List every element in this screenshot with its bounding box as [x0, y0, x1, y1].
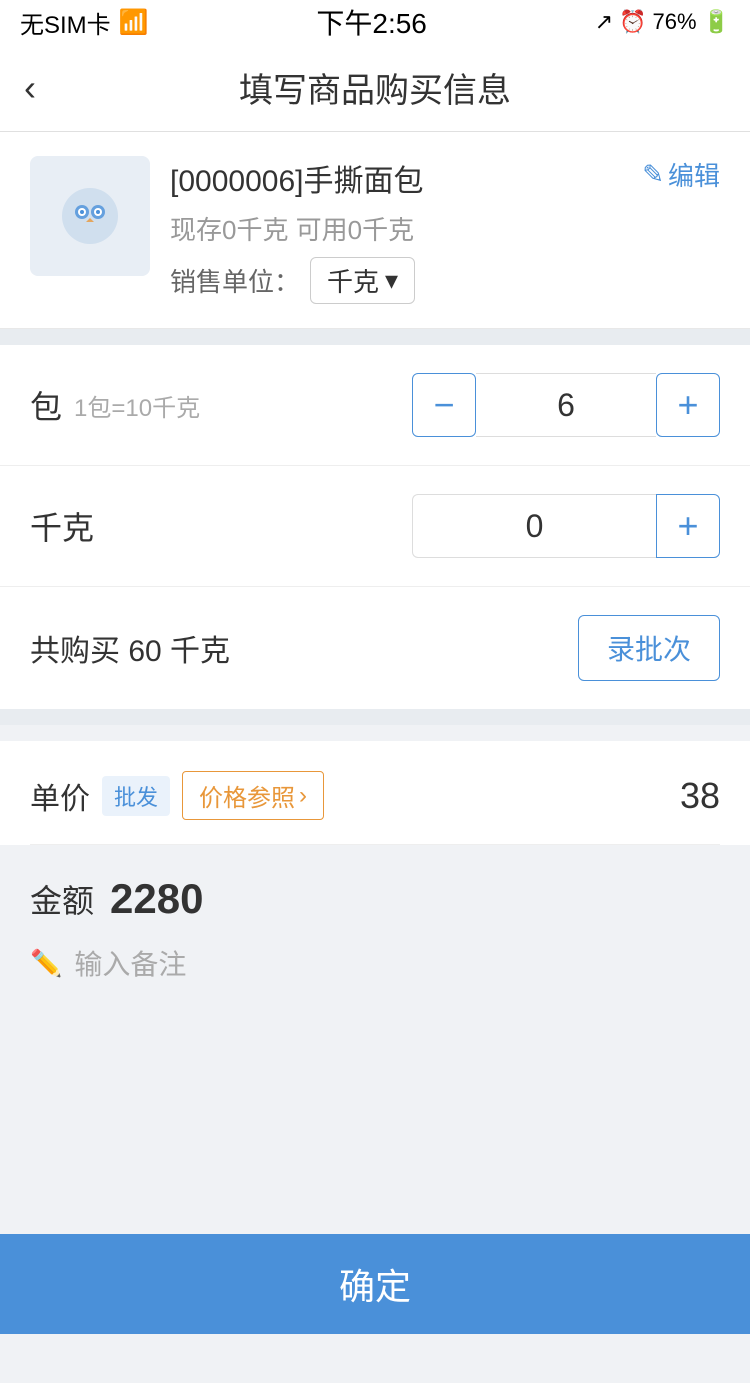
- note-row[interactable]: ✏️ 输入备注: [30, 943, 720, 983]
- price-ref-arrow: ›: [299, 782, 307, 810]
- total-section: 共购买 60 千克 录批次: [0, 587, 750, 709]
- back-button[interactable]: ‹: [24, 67, 36, 109]
- product-stock: 现存0千克 可用0千克: [170, 210, 720, 247]
- alarm-icon: ⏰: [619, 9, 646, 35]
- bag-controls: − +: [412, 373, 720, 437]
- amount-section: 金额 2280 ✏️ 输入备注: [0, 845, 750, 1003]
- price-value: 38: [680, 775, 720, 817]
- battery-icon: 🔋: [703, 9, 730, 35]
- price-ref-label: 价格参照: [199, 778, 295, 813]
- amount-row: 金额 2280: [30, 875, 720, 923]
- edit-icon: ✎: [642, 159, 664, 190]
- price-row: 单价 批发 价格参照 › 38: [30, 771, 720, 845]
- edit-button[interactable]: ✎ 编辑: [642, 156, 720, 193]
- status-time: 下午2:56: [316, 2, 427, 42]
- price-label-group: 单价 批发 价格参照 ›: [30, 771, 324, 820]
- nav-bar: ‹ 填写商品购买信息: [0, 44, 750, 132]
- note-placeholder: 输入备注: [74, 943, 186, 983]
- bag-decrement-button[interactable]: −: [412, 373, 476, 437]
- bag-increment-button[interactable]: +: [656, 373, 720, 437]
- price-section: 单价 批发 价格参照 › 38: [0, 741, 750, 845]
- location-icon: ↗: [595, 9, 613, 35]
- product-image: [30, 156, 150, 276]
- kg-input-row: 千克 +: [0, 466, 750, 587]
- product-name: [0000006]手撕面包: [170, 156, 423, 200]
- bag-quantity-input[interactable]: [476, 373, 656, 437]
- kg-controls: +: [412, 494, 720, 558]
- product-logo-icon: [60, 186, 120, 246]
- battery-text: 76%: [653, 9, 697, 35]
- product-info: [0000006]手撕面包 ✎ 编辑 现存0千克 可用0千克 销售单位： 千克 …: [170, 156, 720, 304]
- status-left: 无SIM卡 📶: [20, 5, 149, 40]
- separator-1: [0, 329, 750, 345]
- input-section: 包 1包=10千克 − + 千克 +: [0, 345, 750, 587]
- amount-label: 金额: [30, 876, 94, 922]
- unit-label: 销售单位：: [170, 262, 300, 299]
- separator-2: [0, 709, 750, 725]
- edit-label: 编辑: [668, 156, 720, 193]
- confirm-button[interactable]: 确定: [0, 1234, 750, 1334]
- status-bar: 无SIM卡 📶 下午2:56 ↗ ⏰ 76% 🔋: [0, 0, 750, 44]
- batch-button[interactable]: 录批次: [578, 615, 720, 681]
- price-label: 单价: [30, 774, 90, 818]
- status-right: ↗ ⏰ 76% 🔋: [595, 9, 730, 35]
- unit-select[interactable]: 千克 ▾: [310, 257, 415, 304]
- kg-label: 千克: [30, 503, 94, 549]
- note-icon: ✏️: [30, 948, 62, 979]
- bag-label: 包: [30, 382, 62, 428]
- bag-input-row: 包 1包=10千克 − +: [0, 345, 750, 466]
- carrier-text: 无SIM卡: [20, 5, 111, 40]
- kg-quantity-input[interactable]: [412, 494, 656, 558]
- unit-value: 千克: [327, 262, 379, 299]
- wifi-icon: 📶: [119, 8, 149, 37]
- product-card: [0000006]手撕面包 ✎ 编辑 现存0千克 可用0千克 销售单位： 千克 …: [0, 132, 750, 329]
- amount-value: 2280: [110, 875, 203, 923]
- product-unit: 销售单位： 千克 ▾: [170, 257, 720, 304]
- price-ref-button[interactable]: 价格参照 ›: [182, 771, 324, 820]
- price-tag: 批发: [102, 776, 170, 816]
- total-text: 共购买 60 千克: [30, 626, 230, 670]
- page-title: 填写商品购买信息: [239, 63, 511, 112]
- dropdown-icon: ▾: [385, 265, 398, 296]
- bag-hint: 1包=10千克: [74, 388, 200, 423]
- kg-increment-button[interactable]: +: [656, 494, 720, 558]
